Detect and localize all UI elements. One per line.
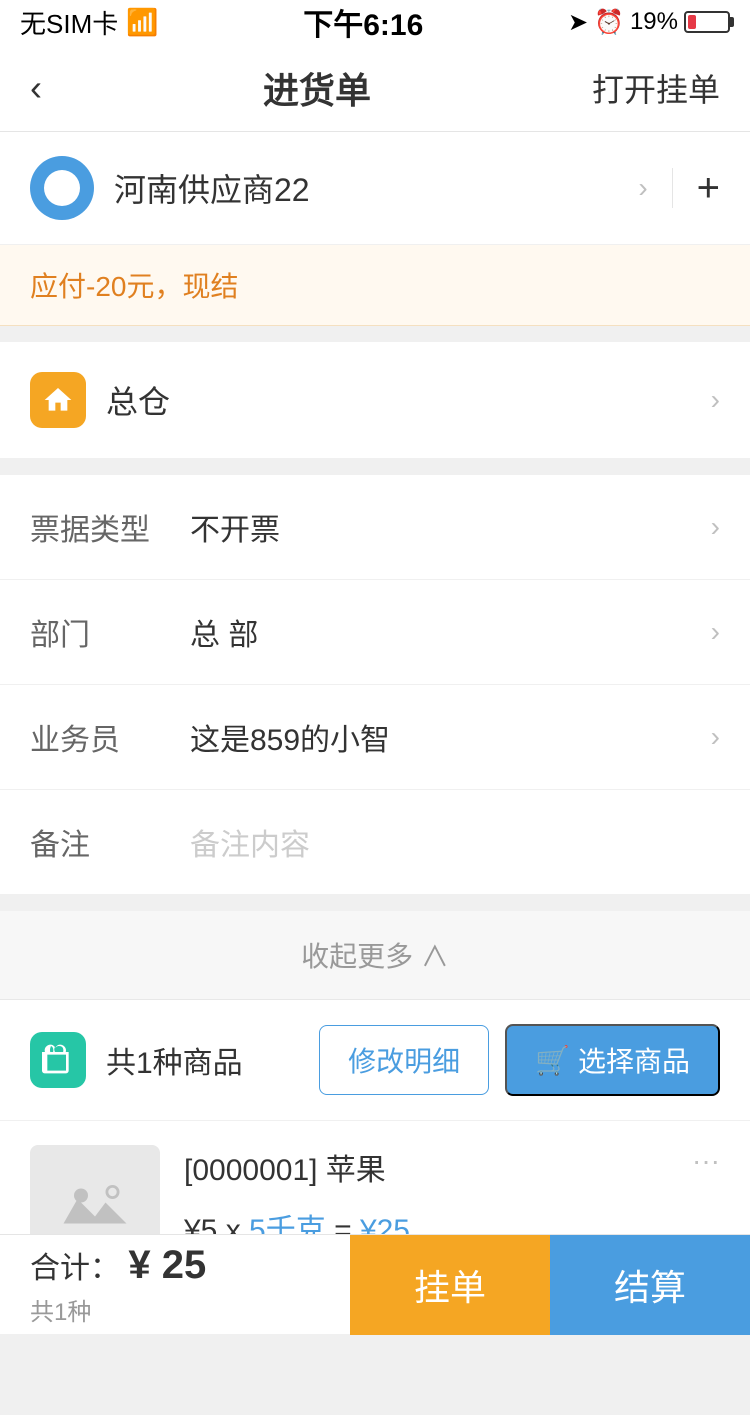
supplier-row[interactable]: 河南供应商22 › + <box>0 132 750 245</box>
salesperson-label: 业务员 <box>30 715 170 759</box>
hang-button[interactable]: 挂单 <box>350 1235 550 1335</box>
product-more-button[interactable]: ··· <box>692 1145 720 1177</box>
footer-bar: 合计： ¥ 25 共1种 挂单 结算 <box>0 1234 750 1334</box>
battery-pct: 19% <box>630 8 678 36</box>
select-product-label: 选择商品 <box>578 1040 690 1080</box>
total-label: 合计： <box>30 1252 120 1285</box>
salesperson-value: 这是859的小智 <box>170 715 711 759</box>
warehouse-chevron-icon: › <box>711 384 720 416</box>
total-sub: 共1种 <box>30 1292 320 1327</box>
status-time: 下午6:16 <box>303 0 423 44</box>
invoice-type-row[interactable]: 票据类型 不开票 › <box>0 475 750 580</box>
warehouse-icon <box>30 372 86 428</box>
product-name: [0000001] 苹果 <box>184 1145 692 1189</box>
total-main: 合计： ¥ 25 <box>30 1243 320 1288</box>
product-placeholder-icon <box>60 1176 130 1236</box>
back-button[interactable]: ‹ <box>30 67 42 109</box>
select-product-button[interactable]: 🛒 选择商品 <box>505 1024 720 1096</box>
warning-banner: 应付-20元，现结 <box>0 245 750 326</box>
supplier-chevron-icon: › <box>638 172 647 204</box>
department-row[interactable]: 部门 总 部 › <box>0 580 750 685</box>
home-icon <box>42 384 74 416</box>
open-hang-button[interactable]: 打开挂单 <box>592 65 720 111</box>
page-title: 进货单 <box>263 62 371 114</box>
supplier-name: 河南供应商22 <box>114 165 638 211</box>
wifi-icon: 📶 <box>126 7 158 38</box>
footer-total: 合计： ¥ 25 共1种 <box>0 1243 350 1327</box>
vertical-divider <box>672 168 673 208</box>
status-right: ➤ ⏰ 19% <box>568 8 730 37</box>
department-value: 总 部 <box>170 610 711 654</box>
carrier-label: 无SIM卡 <box>20 4 118 41</box>
total-amount: ¥ 25 <box>128 1243 206 1287</box>
checkout-button[interactable]: 结算 <box>550 1235 750 1335</box>
department-label: 部门 <box>30 610 170 654</box>
bag-icon <box>42 1044 74 1076</box>
add-supplier-button[interactable]: + <box>697 166 720 211</box>
invoice-chevron-icon: › <box>711 511 720 543</box>
location-icon: ➤ <box>568 8 588 37</box>
nav-bar: ‹ 进货单 打开挂单 <box>0 44 750 132</box>
product-count-text: 共1种商品 <box>106 1038 319 1082</box>
note-row[interactable]: 备注 备注内容 <box>0 790 750 895</box>
supplier-avatar <box>30 156 94 220</box>
invoice-type-value: 不开票 <box>170 505 711 549</box>
supplier-section: 河南供应商22 › + 应付-20元，现结 <box>0 132 750 326</box>
alarm-icon: ⏰ <box>594 8 624 37</box>
collapse-toggle[interactable]: 收起更多 ∧ <box>0 911 750 1000</box>
product-title: 苹果 <box>326 1154 386 1187</box>
note-label: 备注 <box>30 820 170 864</box>
select-icon: 🛒 <box>535 1044 570 1077</box>
warehouse-name: 总仓 <box>106 377 711 423</box>
invoice-type-label: 票据类型 <box>30 505 170 549</box>
page-content: 河南供应商22 › + 应付-20元，现结 总仓 › 票据类型 不开票 › <box>0 132 750 1415</box>
product-code: [0000001] <box>184 1154 326 1187</box>
status-left: 无SIM卡 📶 <box>20 4 159 41</box>
status-bar: 无SIM卡 📶 下午6:16 ➤ ⏰ 19% <box>0 0 750 44</box>
collapse-label: 收起更多 ∧ <box>301 935 449 975</box>
department-chevron-icon: › <box>711 616 720 648</box>
warehouse-row[interactable]: 总仓 › <box>0 342 750 459</box>
battery-icon <box>684 11 730 33</box>
product-header: 共1种商品 修改明细 🛒 选择商品 <box>0 1000 750 1121</box>
warehouse-section: 总仓 › <box>0 342 750 459</box>
note-placeholder: 备注内容 <box>170 820 720 864</box>
warning-text: 应付-20元，现结 <box>30 271 238 302</box>
product-count-icon <box>30 1032 86 1088</box>
salesperson-row[interactable]: 业务员 这是859的小智 › <box>0 685 750 790</box>
form-section: 票据类型 不开票 › 部门 总 部 › 业务员 这是859的小智 › 备注 备注… <box>0 475 750 895</box>
modify-detail-button[interactable]: 修改明细 <box>319 1025 489 1095</box>
salesperson-chevron-icon: › <box>711 721 720 753</box>
